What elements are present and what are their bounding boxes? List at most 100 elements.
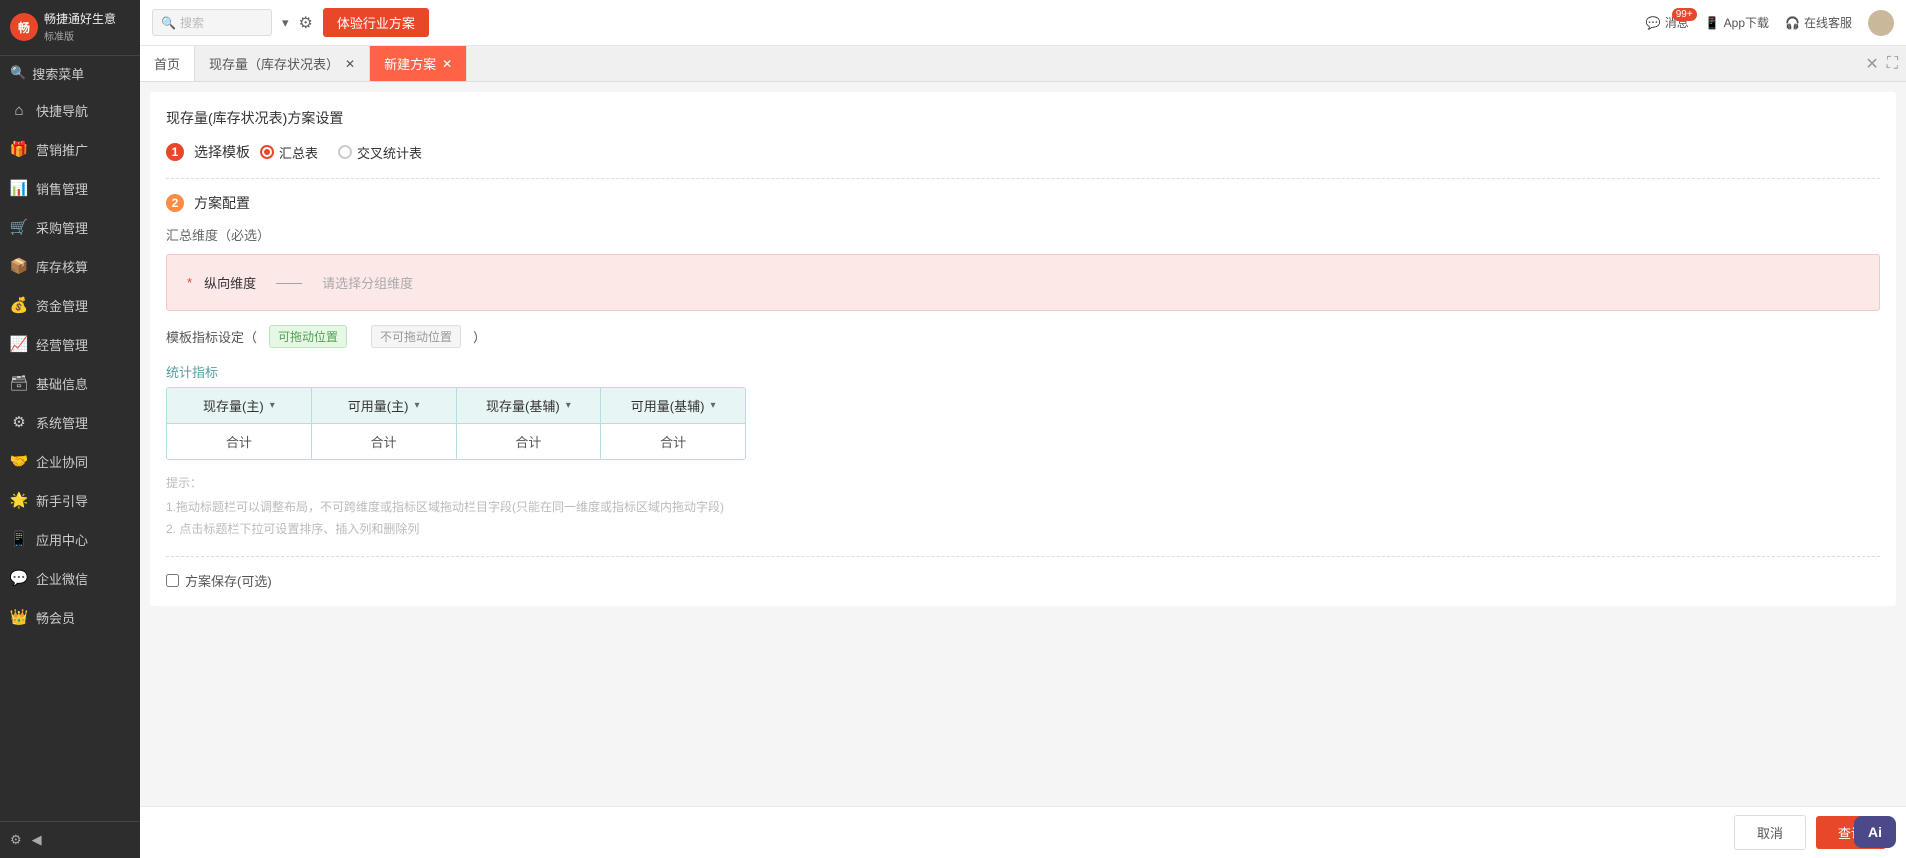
col-header-label-3: 可用量(基辅) — [631, 396, 705, 415]
gift-icon: 🎁 — [10, 140, 28, 158]
col-header-0[interactable]: 现存量(主) ▾ — [167, 388, 312, 423]
tab-home-label: 首页 — [154, 54, 180, 73]
sidebar-item-label: 库存核算 — [36, 257, 88, 276]
message-icon: 💬 — [1646, 16, 1661, 30]
topbar-settings-icon[interactable]: ⚙ — [299, 13, 313, 33]
col-body-3: 合计 — [601, 424, 745, 459]
page-title: 现存量(库存状况表)方案设置 — [166, 108, 1880, 128]
sidebar-item-label: 企业微信 — [36, 569, 88, 588]
step1-section: 1 选择模板 汇总表 交叉统计表 — [166, 142, 1880, 162]
sidebar-item-member[interactable]: 👑 畅会员 — [0, 598, 140, 637]
sidebar: 畅 畅捷通好生意 标准版 🔍 搜索菜单 ⌂ 快捷导航 🎁 营销推广 📊 销售管理… — [0, 0, 140, 858]
tab-close-all-icon[interactable]: ✕ — [1865, 54, 1878, 74]
sidebar-item-purchase[interactable]: 🛒 采购管理 — [0, 208, 140, 247]
tab-new-plan-close-icon[interactable]: ✕ — [442, 57, 452, 71]
dimension-placeholder: 请选择分组维度 — [322, 273, 413, 292]
tab-inventory-close-icon[interactable]: ✕ — [345, 57, 355, 71]
radio-cross[interactable]: 交叉统计表 — [338, 143, 422, 162]
handshake-icon: 🤝 — [10, 452, 28, 470]
sidebar-item-sales[interactable]: 📊 销售管理 — [0, 169, 140, 208]
money-icon: 💰 — [10, 296, 28, 314]
step1-label: 选择模板 — [194, 142, 250, 162]
col-header-1[interactable]: 可用量(主) ▾ — [312, 388, 457, 423]
topbar-right: 💬 消息 99+ 📱 App下载 🎧 在线客服 — [1646, 10, 1894, 36]
cancel-button[interactable]: 取消 — [1734, 815, 1806, 850]
database-icon: 🗃 — [10, 374, 28, 392]
sidebar-item-finance[interactable]: 💰 资金管理 — [0, 286, 140, 325]
tab-new-plan[interactable]: 新建方案 ✕ — [370, 46, 467, 81]
sidebar-item-label: 应用中心 — [36, 530, 88, 549]
col-header-label-0: 现存量(主) — [203, 396, 264, 415]
app-name: 畅捷通好生意 — [44, 12, 116, 28]
dimension-area[interactable]: * 纵向维度 —— 请选择分组维度 — [166, 254, 1880, 311]
search-icon: 🔍 — [10, 65, 26, 81]
content-area: 现存量(库存状况表)方案设置 1 选择模板 汇总表 交叉统计表 — [140, 82, 1906, 806]
topbar-search-icon: 🔍 — [161, 16, 176, 30]
trend-icon: 📈 — [10, 335, 28, 353]
home-icon: ⌂ — [10, 101, 28, 119]
sidebar-item-label: 畅会员 — [36, 608, 75, 627]
sidebar-item-label: 系统管理 — [36, 413, 88, 432]
sidebar-item-label: 快捷导航 — [36, 101, 88, 120]
sidebar-item-quick-nav[interactable]: ⌂ 快捷导航 — [0, 91, 140, 130]
step2-section: 2 方案配置 汇总维度（必选） * 纵向维度 —— 请选择分组维度 模板指标设定… — [166, 193, 1880, 540]
col-header-3[interactable]: 可用量(基辅) ▾ — [601, 388, 745, 423]
col-header-label-2: 现存量(基辅) — [486, 396, 560, 415]
sidebar-item-operations[interactable]: 📈 经营管理 — [0, 325, 140, 364]
sidebar-item-label: 经营管理 — [36, 335, 88, 354]
required-marker: * — [187, 275, 192, 290]
sidebar-item-wechat[interactable]: 💬 企业微信 — [0, 559, 140, 598]
save-checkbox[interactable] — [166, 574, 179, 587]
step1-header: 1 选择模板 汇总表 交叉统计表 — [166, 142, 1880, 162]
summary-dimension-label: 汇总维度（必选） — [166, 225, 1880, 244]
sidebar-item-label: 企业协同 — [36, 452, 88, 471]
step2-header: 2 方案配置 — [166, 193, 1880, 213]
message-group[interactable]: 💬 消息 99+ — [1646, 14, 1689, 31]
sidebar-item-new-guide[interactable]: 🌟 新手引导 — [0, 481, 140, 520]
sidebar-search[interactable]: 🔍 搜索菜单 — [0, 56, 140, 91]
tips-label: 提示： — [166, 474, 1880, 491]
template-indicator-end: ） — [473, 327, 486, 346]
online-service-group[interactable]: 🎧 在线客服 — [1785, 14, 1852, 31]
tab-inventory-status-label: 现存量（库存状况表） — [209, 54, 339, 73]
sidebar-nav: ⌂ 快捷导航 🎁 营销推广 📊 销售管理 🛒 采购管理 📦 库存核算 💰 资金管… — [0, 91, 140, 821]
sidebar-item-label: 资金管理 — [36, 296, 88, 315]
chevron-icon-3: ▾ — [710, 400, 715, 411]
col-header-2[interactable]: 现存量(基辅) ▾ — [457, 388, 602, 423]
sidebar-item-basic-info[interactable]: 🗃 基础信息 — [0, 364, 140, 403]
sidebar-logo: 畅 畅捷通好生意 标准版 — [0, 0, 140, 56]
tip-item-0: 1.拖动标题栏可以调整布局，不可跨维度或指标区域拖动栏目字段(只能在同一维度或指… — [166, 497, 1880, 519]
sidebar-item-system[interactable]: ⚙ 系统管理 — [0, 403, 140, 442]
tabbar: 首页 现存量（库存状况表） ✕ 新建方案 ✕ ✕ ⛶ — [140, 46, 1906, 82]
sound-bottom-icon[interactable]: ◀ — [32, 832, 42, 848]
sidebar-item-marketing[interactable]: 🎁 营销推广 — [0, 130, 140, 169]
footer: 取消 查询 — [140, 806, 1906, 858]
tab-home[interactable]: 首页 — [140, 46, 195, 81]
phone-download-icon: 📱 — [1705, 16, 1720, 30]
template-indicator-label: 模板指标设定（ — [166, 327, 257, 346]
tab-expand-icon[interactable]: ⛶ — [1887, 55, 1898, 73]
topbar-dropdown-icon[interactable]: ▾ — [282, 15, 289, 31]
star-icon: 🌟 — [10, 491, 28, 509]
cart-icon: 🛒 — [10, 218, 28, 236]
online-service-label: 在线客服 — [1804, 14, 1852, 31]
radio-summary[interactable]: 汇总表 — [260, 143, 318, 162]
system-icon: ⚙ — [10, 413, 28, 431]
topbar-search-box[interactable]: 🔍 搜索 — [152, 9, 272, 36]
step1-num: 1 — [166, 143, 184, 161]
sidebar-item-enterprise[interactable]: 🤝 企业协同 — [0, 442, 140, 481]
chevron-icon-2: ▾ — [566, 400, 571, 411]
app-download-group[interactable]: 📱 App下载 — [1705, 14, 1769, 31]
phone-icon: 📱 — [10, 530, 28, 548]
box-icon: 📦 — [10, 257, 28, 275]
settings-bottom-icon[interactable]: ⚙ — [10, 832, 22, 848]
topbar: 🔍 搜索 ▾ ⚙ 体验行业方案 💬 消息 99+ 📱 App下载 🎧 在线客服 — [140, 0, 1906, 46]
sidebar-item-app-center[interactable]: 📱 应用中心 — [0, 520, 140, 559]
radio-cross-label: 交叉统计表 — [357, 143, 422, 162]
user-avatar[interactable] — [1868, 10, 1894, 36]
tab-inventory-status[interactable]: 现存量（库存状况表） ✕ — [195, 46, 370, 81]
sidebar-item-inventory[interactable]: 📦 库存核算 — [0, 247, 140, 286]
trial-btn[interactable]: 体验行业方案 — [323, 8, 429, 37]
sidebar-item-label: 新手引导 — [36, 491, 88, 510]
logo-icon: 畅 — [10, 13, 38, 41]
